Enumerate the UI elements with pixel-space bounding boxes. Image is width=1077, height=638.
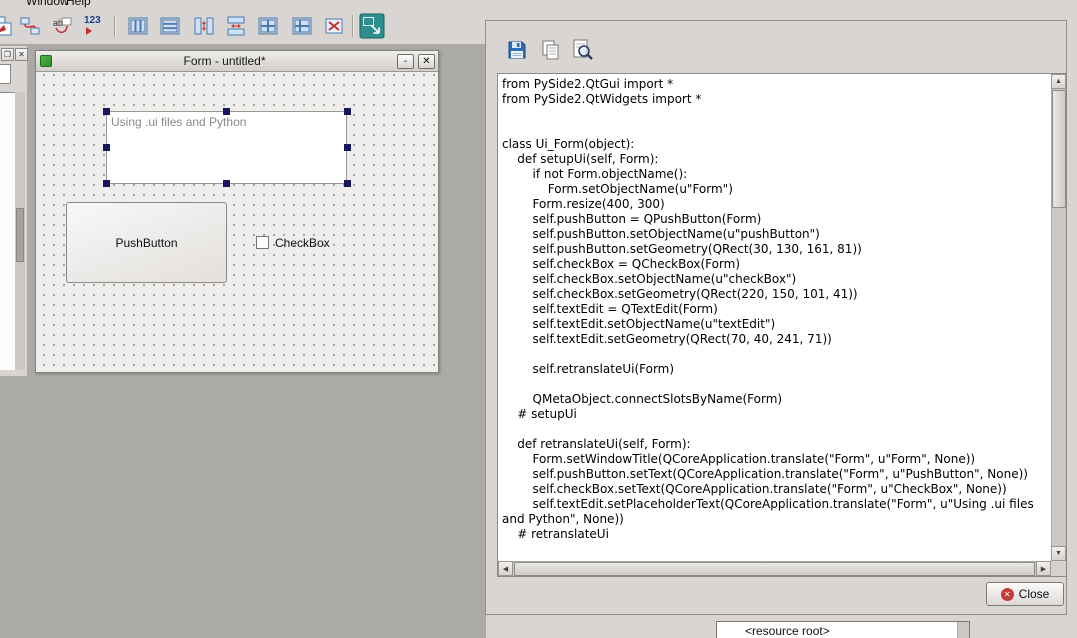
checkbox-widget[interactable]: CheckBox	[256, 222, 357, 263]
layout-splitter-horizontal-button[interactable]	[192, 13, 216, 39]
form-window-title: Form - untitled*	[56, 54, 393, 68]
break-layout-button[interactable]	[322, 13, 346, 39]
close-dialog-button[interactable]: ✕ Close	[986, 582, 1064, 606]
layout-grid-icon	[257, 15, 279, 37]
find-button[interactable]	[570, 37, 596, 63]
layout-splitter-vertical-button[interactable]	[224, 13, 248, 39]
scroll-left-icon[interactable]: ◀	[498, 561, 513, 576]
form-editor-window: Form - untitled* - ✕ PushButto	[35, 50, 439, 373]
save-icon	[506, 39, 528, 61]
copy-button[interactable]	[538, 37, 564, 63]
save-button[interactable]	[504, 37, 530, 63]
form-window-titlebar[interactable]: Form - untitled* - ✕	[36, 51, 438, 72]
selection-handle-top-right[interactable]	[344, 108, 351, 115]
dock-close-button[interactable]: ✕	[15, 48, 28, 61]
tab-order-numbers: 123	[84, 15, 101, 26]
widget-list-scroll-thumb[interactable]	[16, 208, 24, 262]
widget-list-scrollbar[interactable]	[15, 92, 25, 370]
tab-order-arrow	[86, 27, 92, 35]
edit-widgets-button[interactable]	[0, 13, 14, 39]
minimize-button[interactable]: -	[397, 54, 414, 69]
mdi-workspace: ❐ ✕ Form - untitled* - ✕	[0, 44, 486, 638]
code-vertical-scrollbar[interactable]: ▲ ▼	[1051, 74, 1066, 561]
layout-grid-button[interactable]	[256, 13, 280, 39]
main-toolbar: ab 123	[0, 10, 484, 44]
layout-horizontal-icon	[127, 15, 149, 37]
selection-handle-mid-right[interactable]	[344, 144, 351, 151]
selection-handle-top-left[interactable]	[103, 108, 110, 115]
code-text[interactable]: from PySide2.QtGui import * from PySide2…	[502, 77, 1048, 558]
adjust-size-icon	[359, 13, 385, 39]
edit-buddies-icon: ab	[51, 15, 73, 37]
selection-handle-bottom-left[interactable]	[103, 180, 110, 187]
scroll-right-icon[interactable]: ▶	[1036, 561, 1051, 576]
edit-tab-order-button[interactable]: 123	[82, 13, 106, 39]
scrollbar-corner	[1051, 561, 1066, 576]
layout-form-icon	[291, 15, 313, 37]
resource-scrollbar[interactable]	[957, 622, 969, 638]
layout-splitter-horizontal-icon	[193, 15, 215, 37]
dock-float-button[interactable]: ❐	[1, 48, 14, 61]
toolbar-separator	[114, 15, 116, 37]
code-view[interactable]: from PySide2.QtGui import * from PySide2…	[497, 73, 1067, 577]
edit-tab-order-icon: 123	[83, 15, 105, 37]
form-canvas[interactable]: PushButton CheckBox	[36, 72, 438, 372]
selection-handle-top-center[interactable]	[223, 108, 230, 115]
layout-horizontal-button[interactable]	[126, 13, 150, 39]
widget-list-fragment	[0, 92, 15, 370]
textedit-input[interactable]	[106, 111, 347, 184]
scroll-up-icon[interactable]: ▲	[1051, 74, 1066, 89]
checkbox-label: CheckBox	[275, 236, 330, 250]
selection-handle-mid-left[interactable]	[103, 144, 110, 151]
edit-buddies-button[interactable]: ab	[50, 13, 74, 39]
checkbox-indicator[interactable]	[256, 236, 269, 249]
resource-browser-panel: <resource root>	[716, 621, 970, 638]
close-button[interactable]: ✕	[418, 54, 435, 69]
close-circle-icon: ✕	[1001, 588, 1014, 601]
edit-signals-slots-icon	[19, 15, 41, 37]
svg-text:ab: ab	[53, 18, 63, 28]
edit-signals-slots-button[interactable]	[18, 13, 42, 39]
widget-box-dock-fragment: ❐ ✕	[0, 46, 27, 376]
horizontal-scroll-thumb[interactable]	[514, 562, 1035, 576]
copy-icon	[540, 39, 562, 61]
code-preview-dialog: from PySide2.QtGui import * from PySide2…	[485, 20, 1067, 615]
widget-filter-fragment[interactable]	[0, 64, 11, 84]
textedit-widget[interactable]	[106, 111, 347, 184]
adjust-size-button[interactable]	[358, 12, 386, 40]
qt-designer-window: Window Help ab	[0, 0, 1077, 638]
scroll-down-icon[interactable]: ▼	[1051, 546, 1066, 561]
edit-widgets-icon	[0, 15, 13, 37]
selection-handle-bottom-right[interactable]	[344, 180, 351, 187]
selection-handle-bottom-center[interactable]	[223, 180, 230, 187]
layout-form-button[interactable]	[290, 13, 314, 39]
form-file-icon	[40, 55, 52, 67]
find-icon	[571, 38, 595, 62]
vertical-scroll-thumb[interactable]	[1052, 90, 1066, 208]
resource-root-item[interactable]: <resource root>	[745, 624, 830, 638]
layout-vertical-icon	[159, 15, 181, 37]
toolbar-separator	[352, 15, 354, 37]
break-layout-icon	[323, 15, 345, 37]
layout-splitter-vertical-icon	[225, 15, 247, 37]
layout-vertical-button[interactable]	[158, 13, 182, 39]
pushbutton-label: PushButton	[115, 236, 177, 250]
code-horizontal-scrollbar[interactable]: ◀ ▶	[498, 561, 1051, 576]
close-button-label: Close	[1019, 587, 1050, 601]
menu-window[interactable]: Window	[26, 0, 69, 8]
pushbutton-widget[interactable]: PushButton	[66, 202, 227, 283]
menubar: Window Help	[0, 0, 480, 10]
menu-help[interactable]: Help	[66, 0, 91, 8]
